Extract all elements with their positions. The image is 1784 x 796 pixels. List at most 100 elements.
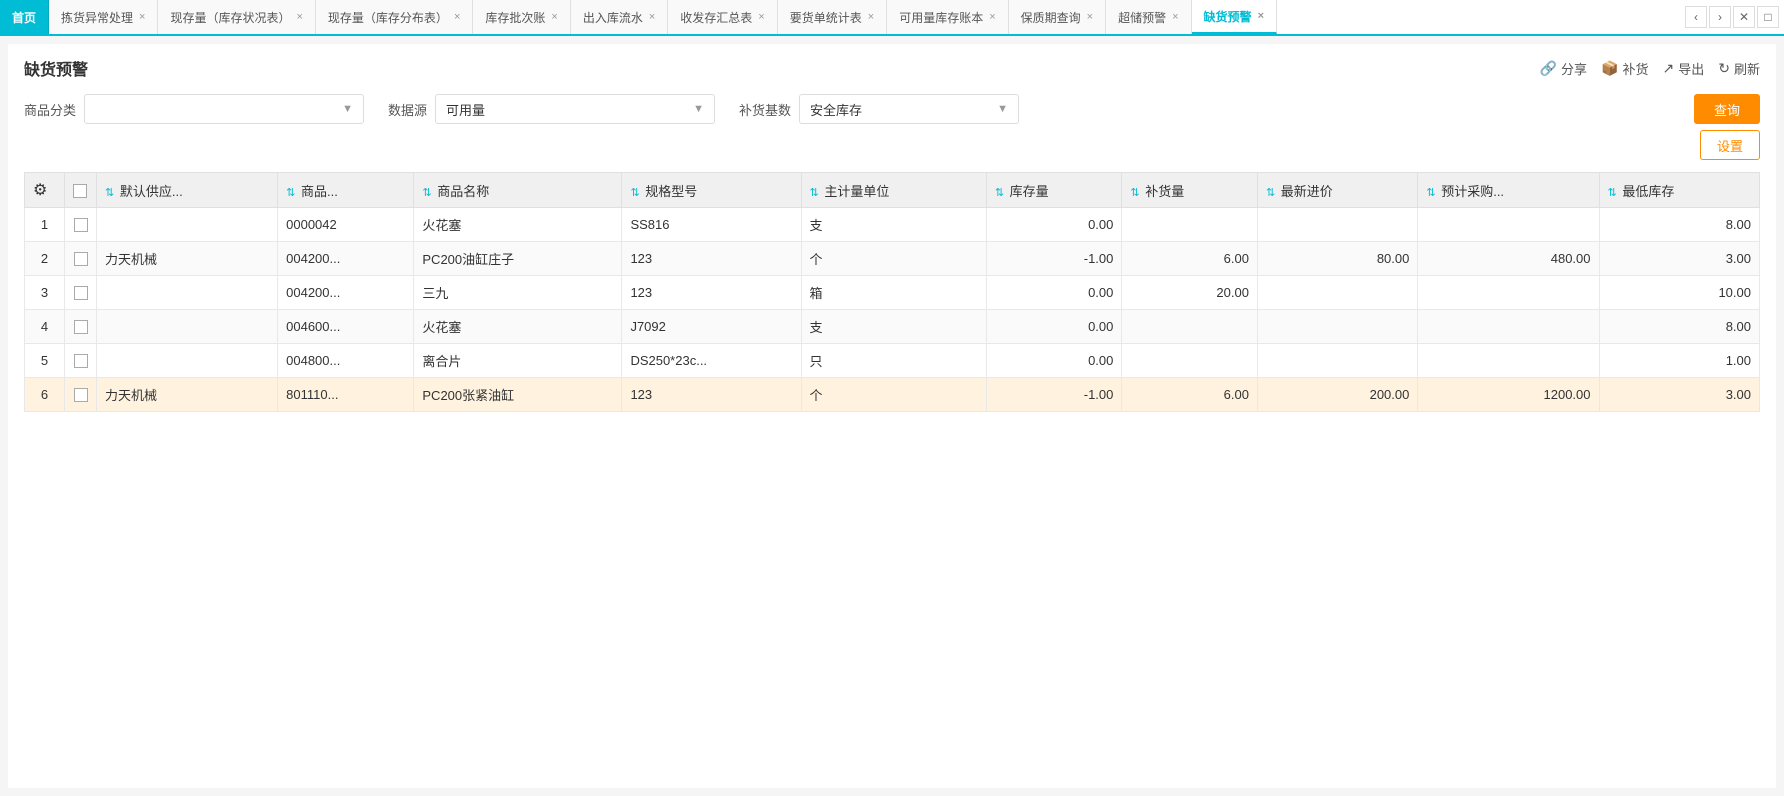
query-button[interactable]: 查询 [1694, 94, 1760, 124]
share-button[interactable]: 🔗 分享 [1540, 59, 1587, 78]
tab-close-in-out-flow[interactable]: × [649, 11, 655, 23]
row-latest-price-6: 200.00 [1257, 378, 1417, 412]
tab-expiry-query[interactable]: 保质期查询 × [1009, 0, 1106, 34]
column-select-all[interactable] [65, 173, 97, 208]
column-unit[interactable]: ⇅ 主计量单位 [801, 173, 986, 208]
column-restock-qty[interactable]: ⇅ 补货量 [1122, 173, 1258, 208]
tab-close-shortage[interactable]: × [1258, 10, 1264, 22]
restock-base-select[interactable]: 安全库存 ▼ [799, 94, 1019, 124]
row-code-2: 004200... [278, 242, 414, 276]
tab-home[interactable]: 首页 [0, 0, 49, 34]
row-spec-6: 123 [622, 378, 801, 412]
tab-receive-summary[interactable]: 收发存汇总表 × [668, 0, 777, 34]
row-code-6: 801110... [278, 378, 414, 412]
tab-close-stock-status[interactable]: × [296, 11, 302, 23]
row-index-4: 4 [25, 310, 65, 344]
filter-action-buttons: 查询 设置 [1694, 94, 1760, 160]
tab-next-button[interactable]: › [1709, 6, 1731, 28]
row-checkbox-5[interactable] [65, 344, 97, 378]
name-sort-icon: ⇅ [422, 187, 431, 199]
unit-sort-icon: ⇅ [810, 187, 819, 199]
tab-close-all-button[interactable]: ✕ [1733, 6, 1755, 28]
column-name[interactable]: ⇅ 商品名称 [414, 173, 622, 208]
tab-pick-exception[interactable]: 拣货异常处理 × [49, 0, 158, 34]
row-spec-4: J7092 [622, 310, 801, 344]
row-checkbox-6[interactable] [65, 378, 97, 412]
row-code-1: 0000042 [278, 208, 414, 242]
tab-close-pick-exception[interactable]: × [139, 11, 145, 23]
tab-close-demand-stats[interactable]: × [868, 11, 874, 23]
tab-stock-dist[interactable]: 现存量（库存分布表） × [316, 0, 473, 34]
row-min-stock-4: 8.00 [1599, 310, 1760, 344]
row-checkbox-3[interactable] [65, 276, 97, 310]
row-restock-qty-1 [1122, 208, 1258, 242]
tab-close-expiry-query[interactable]: × [1087, 11, 1093, 23]
tab-close-batch-account[interactable]: × [551, 11, 557, 23]
column-spec[interactable]: ⇅ 规格型号 [622, 173, 801, 208]
row-checkbox-2[interactable] [65, 242, 97, 276]
column-code[interactable]: ⇅ 商品... [278, 173, 414, 208]
tab-demand-stats[interactable]: 要货单统计表 × [778, 0, 887, 34]
restock-button[interactable]: 📦 补货 [1601, 59, 1648, 78]
tab-available-ledger[interactable]: 可用量库存账本 × [887, 0, 1008, 34]
row-select-checkbox-6[interactable] [74, 388, 88, 402]
tab-maximize-button[interactable]: □ [1757, 6, 1779, 28]
datasource-select-value: 可用量 [446, 100, 485, 119]
row-est-purchase-6: 1200.00 [1418, 378, 1599, 412]
row-spec-5: DS250*23c... [622, 344, 801, 378]
row-select-checkbox-1[interactable] [74, 218, 88, 232]
row-unit-6: 个 [801, 378, 986, 412]
category-select[interactable]: ▼ [84, 94, 364, 124]
datasource-select[interactable]: 可用量 ▼ [435, 94, 715, 124]
column-supplier[interactable]: ⇅ 默认供应... [97, 173, 278, 208]
row-select-checkbox-3[interactable] [74, 286, 88, 300]
column-min-stock[interactable]: ⇅ 最低库存 [1599, 173, 1760, 208]
restock-qty-sort-icon: ⇅ [1130, 187, 1139, 199]
column-gear[interactable]: ⚙ [25, 173, 65, 208]
row-latest-price-5 [1257, 344, 1417, 378]
data-table: ⚙ ⇅ 默认供应... ⇅ 商品... ⇅ 商品名称 ⇅ [24, 172, 1760, 412]
restock-base-label: 补货基数 [739, 100, 791, 119]
row-min-stock-3: 10.00 [1599, 276, 1760, 310]
row-index-1: 1 [25, 208, 65, 242]
tab-close-stock-dist[interactable]: × [454, 11, 460, 23]
row-checkbox-4[interactable] [65, 310, 97, 344]
tab-close-overstock[interactable]: × [1172, 11, 1178, 23]
row-stock-3: 0.00 [986, 276, 1122, 310]
table-header-row: ⚙ ⇅ 默认供应... ⇅ 商品... ⇅ 商品名称 ⇅ [25, 173, 1760, 208]
row-spec-2: 123 [622, 242, 801, 276]
restock-base-filter-group: 补货基数 安全库存 ▼ [739, 94, 1019, 124]
tab-batch-account[interactable]: 库存批次账 × [473, 0, 570, 34]
settings-button[interactable]: 设置 [1700, 130, 1760, 160]
row-est-purchase-3 [1418, 276, 1599, 310]
tab-prev-button[interactable]: ‹ [1685, 6, 1707, 28]
tab-shortage[interactable]: 缺货预警 × [1192, 0, 1277, 34]
tab-overstock[interactable]: 超储预警 × [1106, 0, 1191, 34]
datasource-label: 数据源 [388, 100, 427, 119]
tab-close-receive-summary[interactable]: × [758, 11, 764, 23]
tab-stock-status[interactable]: 现存量（库存状况表） × [158, 0, 315, 34]
row-restock-qty-6: 6.00 [1122, 378, 1258, 412]
row-index-3: 3 [25, 276, 65, 310]
datasource-filter-group: 数据源 可用量 ▼ [388, 94, 715, 124]
tab-close-available-ledger[interactable]: × [989, 11, 995, 23]
refresh-button[interactable]: ↻ 刷新 [1718, 59, 1760, 78]
row-supplier-2: 力天机械 [97, 242, 278, 276]
row-select-checkbox-4[interactable] [74, 320, 88, 334]
export-button[interactable]: ↗ 导出 [1663, 59, 1705, 78]
column-stock[interactable]: ⇅ 库存量 [986, 173, 1122, 208]
select-all-checkbox[interactable] [73, 184, 87, 198]
row-checkbox-1[interactable] [65, 208, 97, 242]
column-est-purchase[interactable]: ⇅ 预计采购... [1418, 173, 1599, 208]
row-select-checkbox-2[interactable] [74, 252, 88, 266]
column-latest-price[interactable]: ⇅ 最新进价 [1257, 173, 1417, 208]
row-stock-1: 0.00 [986, 208, 1122, 242]
row-code-5: 004800... [278, 344, 414, 378]
row-select-checkbox-5[interactable] [74, 354, 88, 368]
row-restock-qty-4 [1122, 310, 1258, 344]
table-row: 2 力天机械 004200... PC200油缸庄子 123 个 -1.00 6… [25, 242, 1760, 276]
tab-in-out-flow[interactable]: 出入库流水 × [571, 0, 668, 34]
row-restock-qty-3: 20.00 [1122, 276, 1258, 310]
row-unit-3: 箱 [801, 276, 986, 310]
table-row: 3 004200... 三九 123 箱 0.00 20.00 10.00 [25, 276, 1760, 310]
